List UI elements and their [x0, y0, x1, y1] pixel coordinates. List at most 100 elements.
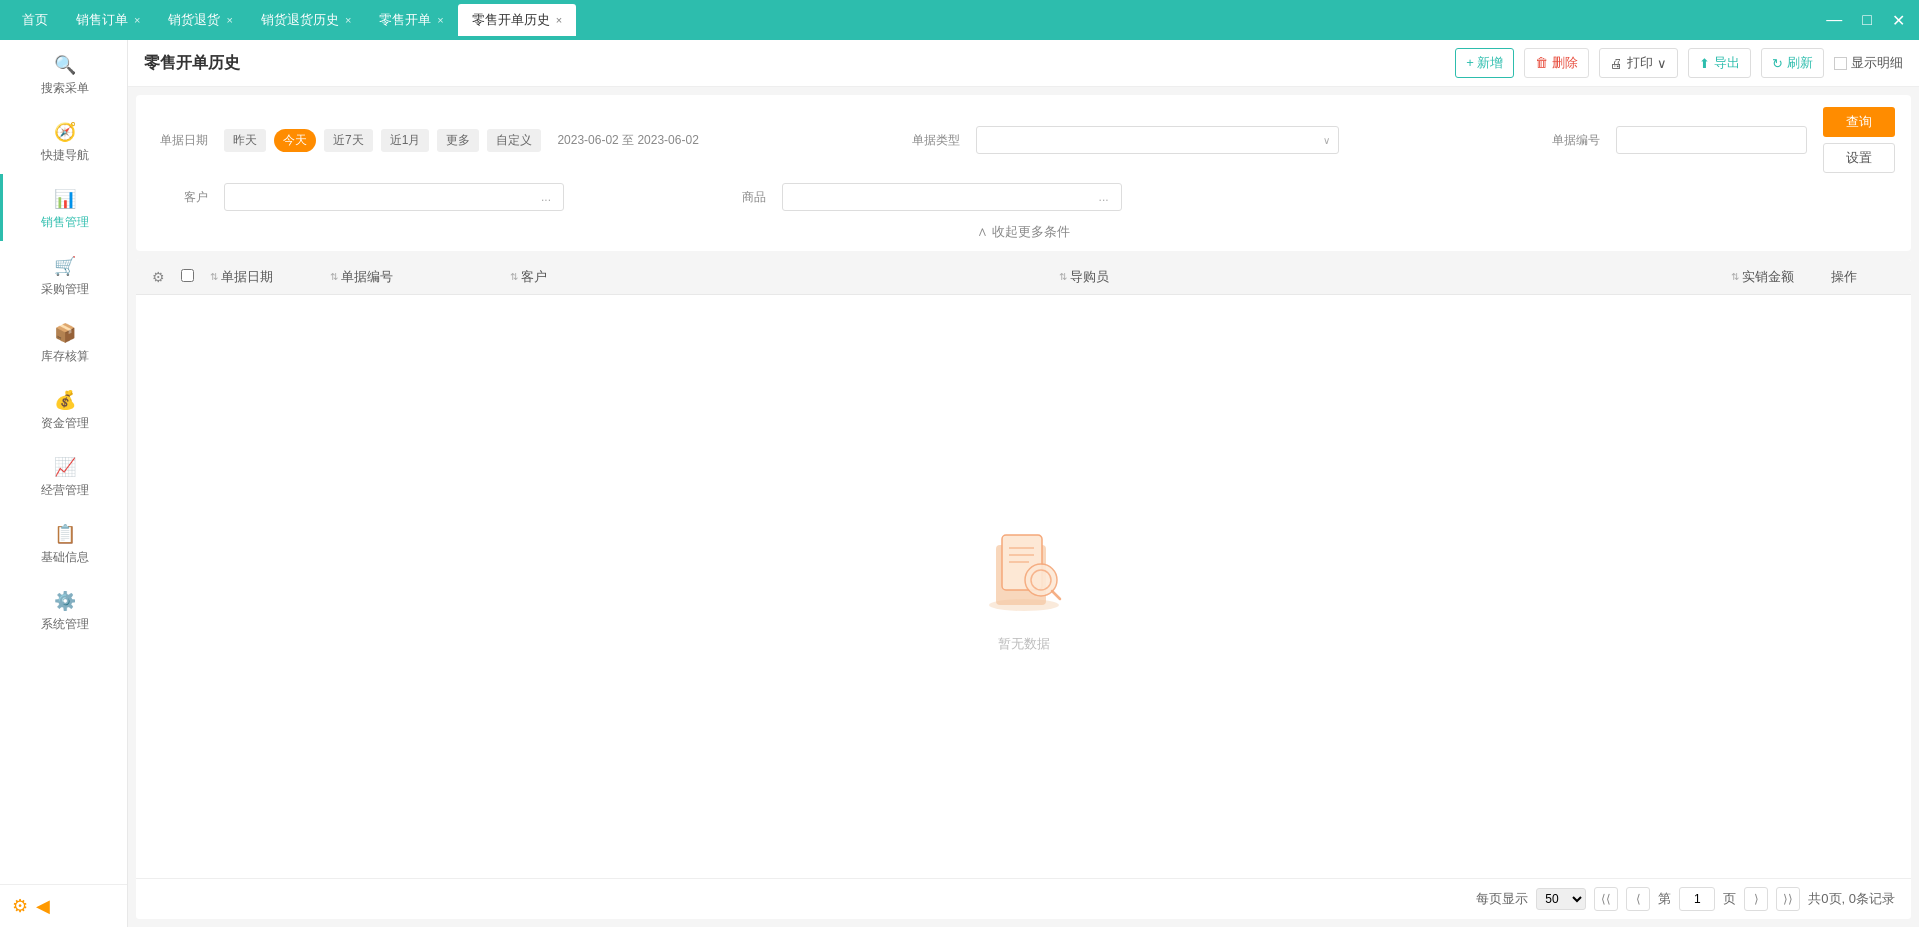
empty-illustration: [974, 520, 1074, 623]
table-body: 暂无数据: [136, 295, 1911, 878]
filter-row-2: 客户 ... 商品 ...: [152, 183, 1895, 211]
page-label: 第: [1658, 890, 1671, 908]
sort-icon: ⇅: [210, 271, 218, 282]
basic-icon: 📋: [54, 523, 76, 545]
page-unit: 页: [1723, 890, 1736, 908]
date-today-btn[interactable]: 今天: [274, 129, 316, 152]
print-icon: 🖨: [1610, 56, 1623, 71]
query-button[interactable]: 查询: [1823, 107, 1895, 137]
window-controls: — □ ✕: [1820, 9, 1911, 32]
th-date[interactable]: ⇅ 单据日期: [202, 268, 322, 286]
export-button[interactable]: ⬆ 导出: [1688, 48, 1751, 78]
sidebar-item-system[interactable]: ⚙️ 系统管理: [0, 576, 127, 643]
customer-filter-select[interactable]: ...: [224, 183, 564, 211]
close-icon[interactable]: ×: [437, 14, 443, 26]
page-input[interactable]: [1679, 887, 1715, 911]
refresh-icon: ↻: [1772, 56, 1783, 71]
sidebar-item-operation[interactable]: 📈 经营管理: [0, 442, 127, 509]
date-1month-btn[interactable]: 近1月: [381, 129, 430, 152]
per-page-label: 每页显示: [1476, 890, 1528, 908]
print-button[interactable]: 🖨 打印 ∨: [1599, 48, 1678, 78]
num-filter-label: 单据编号: [1544, 132, 1600, 149]
date-custom-btn[interactable]: 自定义: [487, 129, 541, 152]
system-icon: ⚙️: [54, 590, 76, 612]
purchase-icon: 🛒: [54, 255, 76, 277]
tab-return[interactable]: 销货退货 ×: [154, 4, 246, 36]
window-close-button[interactable]: ✕: [1886, 9, 1911, 32]
sidebar-item-finance[interactable]: 💰 资金管理: [0, 375, 127, 442]
sidebar-bottom: ⚙ ◀: [0, 884, 127, 927]
goods-filter-select[interactable]: ...: [782, 183, 1122, 211]
delete-button[interactable]: 🗑 删除: [1524, 48, 1589, 78]
pagination-summary: 共0页, 0条记录: [1808, 890, 1895, 908]
table-header: ⚙ ⇅ 单据日期 ⇅ 单据编号 ⇅ 客户 ⇅ 导购员: [136, 259, 1911, 295]
th-guide[interactable]: ⇅ 导购员: [1051, 268, 1191, 286]
ellipsis-icon[interactable]: ...: [1095, 190, 1113, 204]
filter-dates: 昨天 今天 近7天 近1月 更多 自定义: [224, 129, 541, 152]
th-amount[interactable]: ⇅ 实销金额: [1723, 268, 1823, 286]
date-filter-label: 单据日期: [152, 132, 208, 149]
close-icon[interactable]: ×: [134, 14, 140, 26]
ellipsis-icon[interactable]: ...: [537, 190, 555, 204]
per-page-select[interactable]: 50 10 20 100: [1536, 888, 1586, 910]
sidebar: 🔍 搜索采单 🧭 快捷导航 📊 销售管理 🛒 采购管理 📦 库存核算 💰 资金管…: [0, 40, 128, 927]
display-checkbox[interactable]: [1834, 57, 1847, 70]
select-arrow-icon: ∨: [1323, 135, 1330, 146]
date-more-btn[interactable]: 更多: [437, 129, 479, 152]
collapse-icon[interactable]: ◀: [36, 895, 50, 917]
sidebar-item-nav[interactable]: 🧭 快捷导航: [0, 107, 127, 174]
tab-retail[interactable]: 零售开单 ×: [365, 4, 457, 36]
tab-retail-history[interactable]: 零售开单历史 ×: [458, 4, 576, 36]
close-icon[interactable]: ×: [226, 14, 232, 26]
tab-sales-order[interactable]: 销售订单 ×: [62, 4, 154, 36]
type-filter-select[interactable]: ∨: [976, 126, 1340, 154]
page-prev-btn[interactable]: ⟨: [1626, 887, 1650, 911]
page-title: 零售开单历史: [144, 53, 1443, 74]
search-icon: 🔍: [54, 54, 76, 76]
customer-filter-label: 客户: [152, 189, 208, 206]
action-buttons: 查询 设置: [1823, 107, 1895, 173]
th-num[interactable]: ⇅ 单据编号: [322, 268, 502, 286]
toolbar-actions: + 新增 🗑 删除 🖨 打印 ∨ ⬆ 导出 ↻ 刷新: [1455, 48, 1903, 78]
close-icon[interactable]: ×: [345, 14, 351, 26]
window-min-button[interactable]: —: [1820, 9, 1848, 31]
filter-row-1: 单据日期 昨天 今天 近7天 近1月 更多 自定义 2023-06-02 至 2…: [152, 107, 1895, 173]
sidebar-item-sales[interactable]: 📊 销售管理: [0, 174, 127, 241]
close-icon[interactable]: ×: [556, 14, 562, 26]
table-gear-icon[interactable]: ⚙: [144, 269, 173, 285]
select-all-checkbox[interactable]: [181, 269, 194, 282]
sort-icon: ⇅: [1731, 271, 1739, 282]
page-first-btn[interactable]: ⟨⟨: [1594, 887, 1618, 911]
collapse-more-btn[interactable]: ∧ 收起更多条件: [152, 221, 1895, 243]
sidebar-item-search[interactable]: 🔍 搜索采单: [0, 40, 127, 107]
date-7days-btn[interactable]: 近7天: [324, 129, 373, 152]
sidebar-item-basic[interactable]: 📋 基础信息: [0, 509, 127, 576]
tab-return-history[interactable]: 销货退货历史 ×: [247, 4, 365, 36]
th-customer[interactable]: ⇅ 客户: [502, 268, 1051, 286]
export-icon: ⬆: [1699, 56, 1710, 71]
content-area: 零售开单历史 + 新增 🗑 删除 🖨 打印 ∨ ⬆ 导出 ↻: [128, 40, 1919, 927]
page-last-btn[interactable]: ⟩⟩: [1776, 887, 1800, 911]
filter-area: 单据日期 昨天 今天 近7天 近1月 更多 自定义 2023-06-02 至 2…: [136, 95, 1911, 251]
operation-icon: 📈: [54, 456, 76, 478]
date-range-display: 2023-06-02 至 2023-06-02: [557, 132, 698, 149]
sidebar-item-inventory[interactable]: 📦 库存核算: [0, 308, 127, 375]
num-filter-input[interactable]: [1616, 126, 1807, 154]
th-ops: 操作: [1823, 268, 1903, 286]
toolbar: 零售开单历史 + 新增 🗑 删除 🖨 打印 ∨ ⬆ 导出 ↻: [128, 40, 1919, 87]
sort-icon: ⇅: [330, 271, 338, 282]
inventory-icon: 📦: [54, 322, 76, 344]
refresh-button[interactable]: ↻ 刷新: [1761, 48, 1824, 78]
setting-button[interactable]: 设置: [1823, 143, 1895, 173]
display-detail-toggle[interactable]: 显示明细: [1834, 54, 1903, 72]
sidebar-item-purchase[interactable]: 🛒 采购管理: [0, 241, 127, 308]
window-max-button[interactable]: □: [1856, 9, 1878, 31]
date-yesterday-btn[interactable]: 昨天: [224, 129, 266, 152]
tab-home[interactable]: 首页: [8, 4, 62, 36]
sales-icon: 📊: [54, 188, 76, 210]
svg-line-8: [1052, 591, 1060, 599]
page-next-btn[interactable]: ⟩: [1744, 887, 1768, 911]
settings-icon[interactable]: ⚙: [12, 895, 28, 917]
goods-filter-label: 商品: [710, 189, 766, 206]
add-button[interactable]: + 新增: [1455, 48, 1514, 78]
